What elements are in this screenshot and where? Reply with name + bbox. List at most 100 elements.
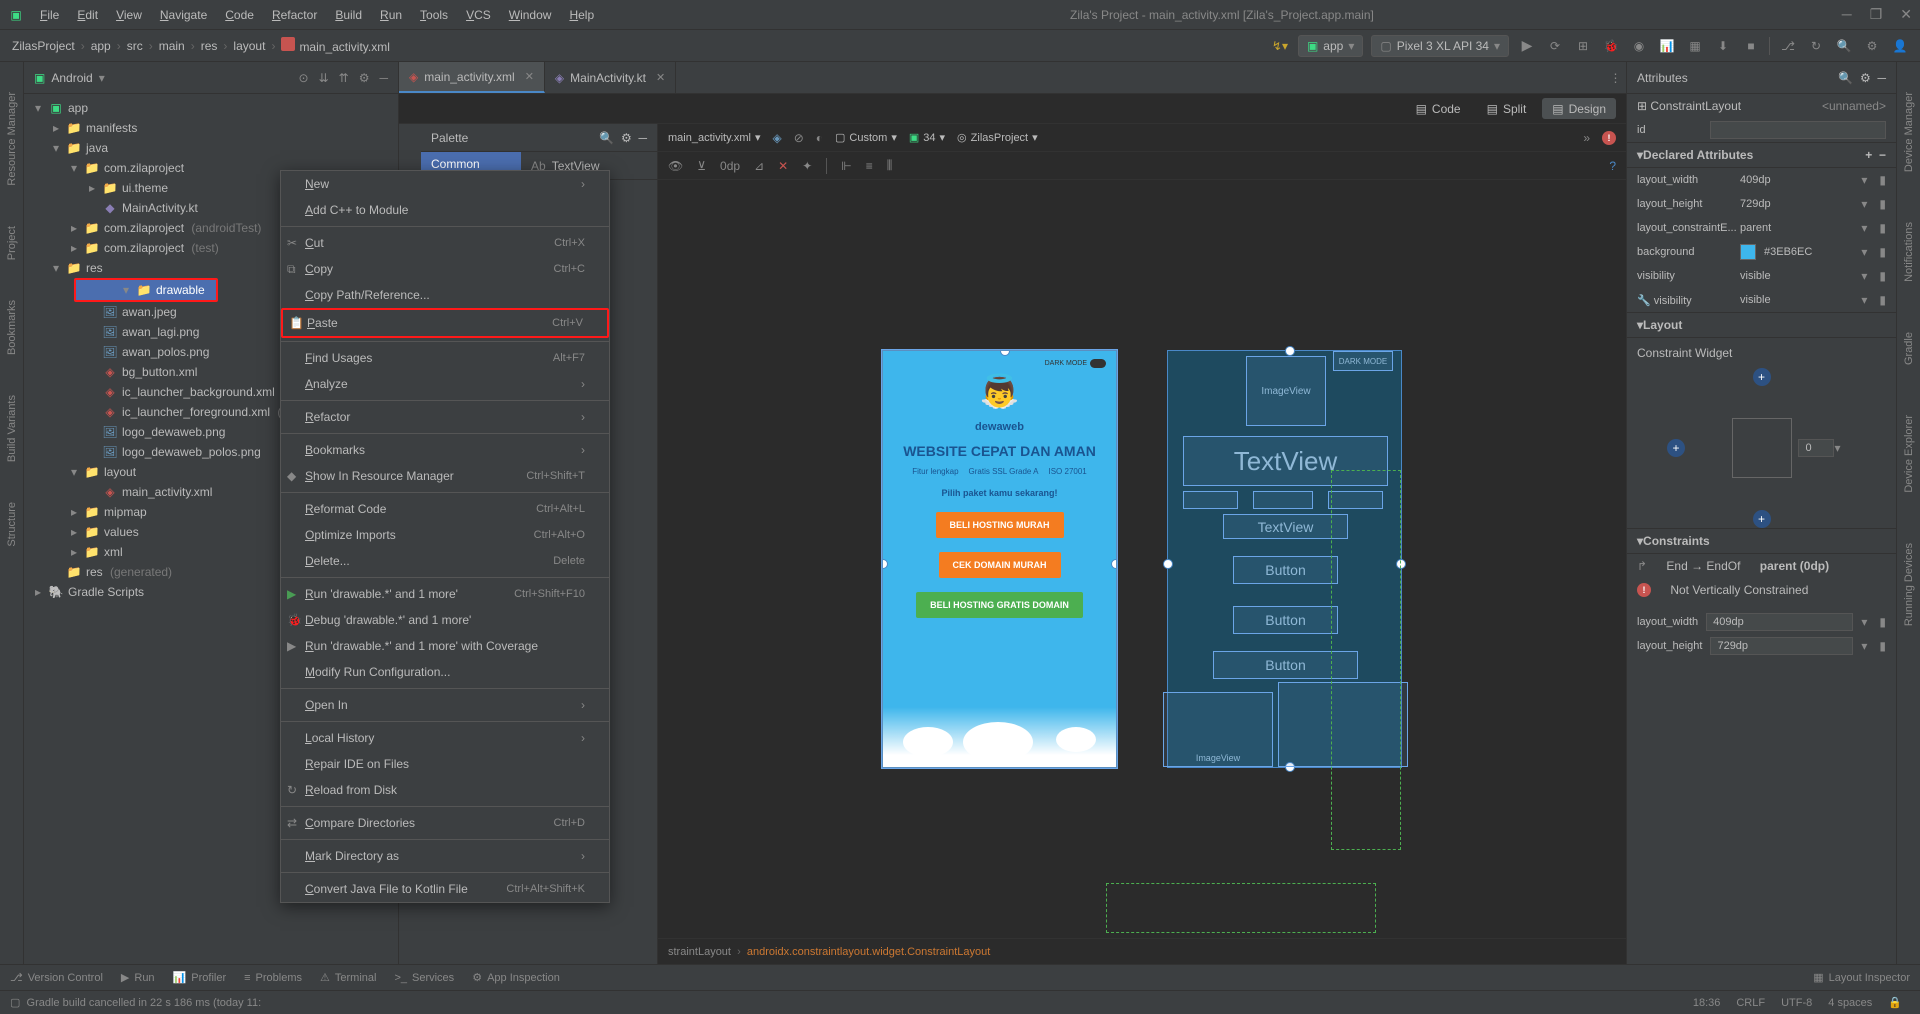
- bottom-profiler[interactable]: 📊Profiler: [173, 971, 227, 984]
- menu-file[interactable]: File: [32, 4, 67, 26]
- rail-running-devices[interactable]: Running Devices: [1903, 543, 1915, 626]
- attr-value[interactable]: parent: [1740, 222, 1853, 234]
- expand-all-icon[interactable]: ⇊: [319, 71, 329, 85]
- menu-navigate[interactable]: Navigate: [152, 4, 215, 26]
- nightmode-icon[interactable]: ◐: [816, 131, 823, 145]
- breadcrumb-item[interactable]: ZilasProject: [10, 39, 77, 53]
- ctx-refactor[interactable]: Refactor›: [281, 404, 609, 430]
- menu-build[interactable]: Build: [327, 4, 370, 26]
- profile-button[interactable]: 📊: [1657, 36, 1677, 56]
- section-declared[interactable]: ▾ Declared Attributes+ −: [1627, 142, 1896, 168]
- align-icon[interactable]: ≡: [866, 159, 873, 173]
- bottom-services[interactable]: >_Services: [394, 972, 454, 984]
- ctx-modify-run-configuration-[interactable]: Modify Run Configuration...: [281, 659, 609, 685]
- tree-row[interactable]: ▾📁java: [24, 138, 398, 158]
- rail-notifications[interactable]: Notifications: [1903, 222, 1915, 282]
- ctx-reload-from-disk[interactable]: ↻Reload from Disk: [281, 777, 609, 803]
- theme-dropdown[interactable]: ◎ ZilasProject ▾: [957, 131, 1038, 144]
- maximize-button[interactable]: ❐: [1870, 6, 1883, 23]
- rail-gradle[interactable]: Gradle: [1903, 332, 1915, 365]
- section-layout[interactable]: ▾ Layout: [1627, 312, 1896, 338]
- ctx-compare-directories[interactable]: ⇄Compare DirectoriesCtrl+D: [281, 810, 609, 836]
- ctx-local-history[interactable]: Local History›: [281, 725, 609, 751]
- breadcrumb-item[interactable]: src: [125, 39, 145, 53]
- clear-icon[interactable]: ✕: [778, 159, 788, 173]
- attr-input[interactable]: [1706, 613, 1853, 631]
- device-type-dropdown[interactable]: ▢ Custom ▾: [835, 131, 897, 144]
- ctx-convert-java-file-to-kotlin-file[interactable]: Convert Java File to Kotlin FileCtrl+Alt…: [281, 876, 609, 902]
- bp-button-3[interactable]: Button: [1213, 651, 1358, 679]
- blueprint-preview[interactable]: DARK MODE ImageView TextView TextView Bu…: [1167, 350, 1402, 768]
- button-hosting[interactable]: BELI HOSTING MURAH: [936, 512, 1064, 538]
- error-icon[interactable]: !: [1602, 131, 1616, 145]
- menu-vcs[interactable]: VCS: [458, 4, 499, 26]
- view-code[interactable]: ▤Code: [1406, 98, 1471, 119]
- bottom-terminal[interactable]: ⚠Terminal: [320, 971, 376, 984]
- pack-icon[interactable]: ⫼: [887, 158, 893, 173]
- run-config-dropdown[interactable]: ▣app▾: [1298, 35, 1363, 57]
- constraint-widget[interactable]: + + + ▾: [1627, 368, 1896, 528]
- breadcrumb-item[interactable]: main_activity.xml: [279, 37, 391, 54]
- attr-value[interactable]: visible: [1740, 294, 1853, 306]
- ctx-optimize-imports[interactable]: Optimize ImportsCtrl+Alt+O: [281, 522, 609, 548]
- device-dropdown[interactable]: ▢Pixel 3 XL API 34▾: [1371, 35, 1509, 57]
- margin-dropdown[interactable]: 0dp: [720, 159, 740, 173]
- account-icon[interactable]: 👤: [1890, 36, 1910, 56]
- tab-main_activity.xml[interactable]: ◈main_activity.xml✕: [399, 62, 545, 93]
- bp-button-2[interactable]: Button: [1233, 606, 1338, 634]
- project-view-dropdown[interactable]: Android: [51, 71, 92, 85]
- api-dropdown[interactable]: ▣ 34 ▾: [909, 131, 945, 144]
- lock-icon[interactable]: 🔒: [1880, 996, 1910, 1009]
- menu-refactor[interactable]: Refactor: [264, 4, 325, 26]
- bottom-problems[interactable]: ≡Problems: [244, 972, 302, 984]
- bp-textview-headline[interactable]: TextView: [1183, 436, 1388, 486]
- button-gratis[interactable]: BELI HOSTING GRATIS DOMAIN: [916, 592, 1083, 618]
- guideline-icon[interactable]: ⊩: [841, 159, 851, 173]
- breadcrumb-link[interactable]: androidx.constraintlayout.widget.Constra…: [747, 946, 990, 958]
- apply-changes-button[interactable]: ⟳: [1545, 36, 1565, 56]
- remove-attr-icon[interactable]: −: [1879, 148, 1886, 162]
- bottom-app-inspection[interactable]: ⚙App Inspection: [472, 971, 560, 984]
- status-indent[interactable]: 4 spaces: [1820, 997, 1880, 1009]
- bottom-version-control[interactable]: ⎇Version Control: [10, 971, 103, 984]
- bp-imageview-cloud2[interactable]: [1278, 682, 1408, 767]
- button-domain[interactable]: CEK DOMAIN MURAH: [939, 552, 1061, 578]
- ctx-mark-directory-as[interactable]: Mark Directory as›: [281, 843, 609, 869]
- breadcrumb-item[interactable]: res: [199, 39, 220, 53]
- search-icon[interactable]: 🔍: [1838, 71, 1853, 85]
- ctx-new[interactable]: New›: [281, 171, 609, 197]
- close-button[interactable]: ✕: [1900, 6, 1912, 23]
- tree-row[interactable]: ▸📁manifests: [24, 118, 398, 138]
- minimize-button[interactable]: ─: [1842, 6, 1852, 23]
- rail-build-variants[interactable]: Build Variants: [6, 395, 18, 462]
- dark-mode-toggle[interactable]: DARK MODE: [1045, 359, 1106, 368]
- magnet-icon[interactable]: ⊻: [697, 159, 706, 173]
- attr-value[interactable]: 729dp: [1740, 198, 1853, 210]
- attr-input[interactable]: [1710, 637, 1853, 655]
- ctx-copy-path-reference-[interactable]: Copy Path/Reference...: [281, 282, 609, 308]
- hide-icon[interactable]: ─: [1877, 71, 1886, 85]
- search-button[interactable]: 🔍: [1834, 36, 1854, 56]
- infer-icon[interactable]: ✦: [802, 159, 812, 173]
- gear-icon[interactable]: ⚙: [1860, 71, 1871, 85]
- avd-button[interactable]: ▦: [1685, 36, 1705, 56]
- tab-options-icon[interactable]: ⋮: [1606, 68, 1626, 88]
- more-icon[interactable]: »: [1583, 131, 1590, 145]
- ctx-repair-ide-on-files[interactable]: Repair IDE on Files: [281, 751, 609, 777]
- bp-darkmode[interactable]: DARK MODE: [1333, 351, 1393, 371]
- breadcrumb-item[interactable]: layout: [231, 39, 267, 53]
- hide-icon[interactable]: ─: [638, 131, 647, 145]
- status-encoding[interactable]: UTF-8: [1773, 997, 1820, 1009]
- help-icon[interactable]: ?: [1609, 159, 1616, 173]
- coverage-button[interactable]: ◉: [1629, 36, 1649, 56]
- ctx-open-in[interactable]: Open In›: [281, 692, 609, 718]
- breadcrumb-item[interactable]: main: [157, 39, 187, 53]
- hammer-icon[interactable]: ↯▾: [1270, 36, 1290, 56]
- menu-help[interactable]: Help: [561, 4, 602, 26]
- status-eol[interactable]: CRLF: [1728, 997, 1773, 1009]
- tree-row[interactable]: ▾▣app: [24, 98, 398, 118]
- bp-textview-f2[interactable]: [1253, 491, 1313, 509]
- tab-MainActivity.kt[interactable]: ◈MainActivity.kt✕: [545, 62, 676, 93]
- ctx-delete-[interactable]: Delete...Delete: [281, 548, 609, 574]
- rail-device-explorer[interactable]: Device Explorer: [1903, 415, 1915, 493]
